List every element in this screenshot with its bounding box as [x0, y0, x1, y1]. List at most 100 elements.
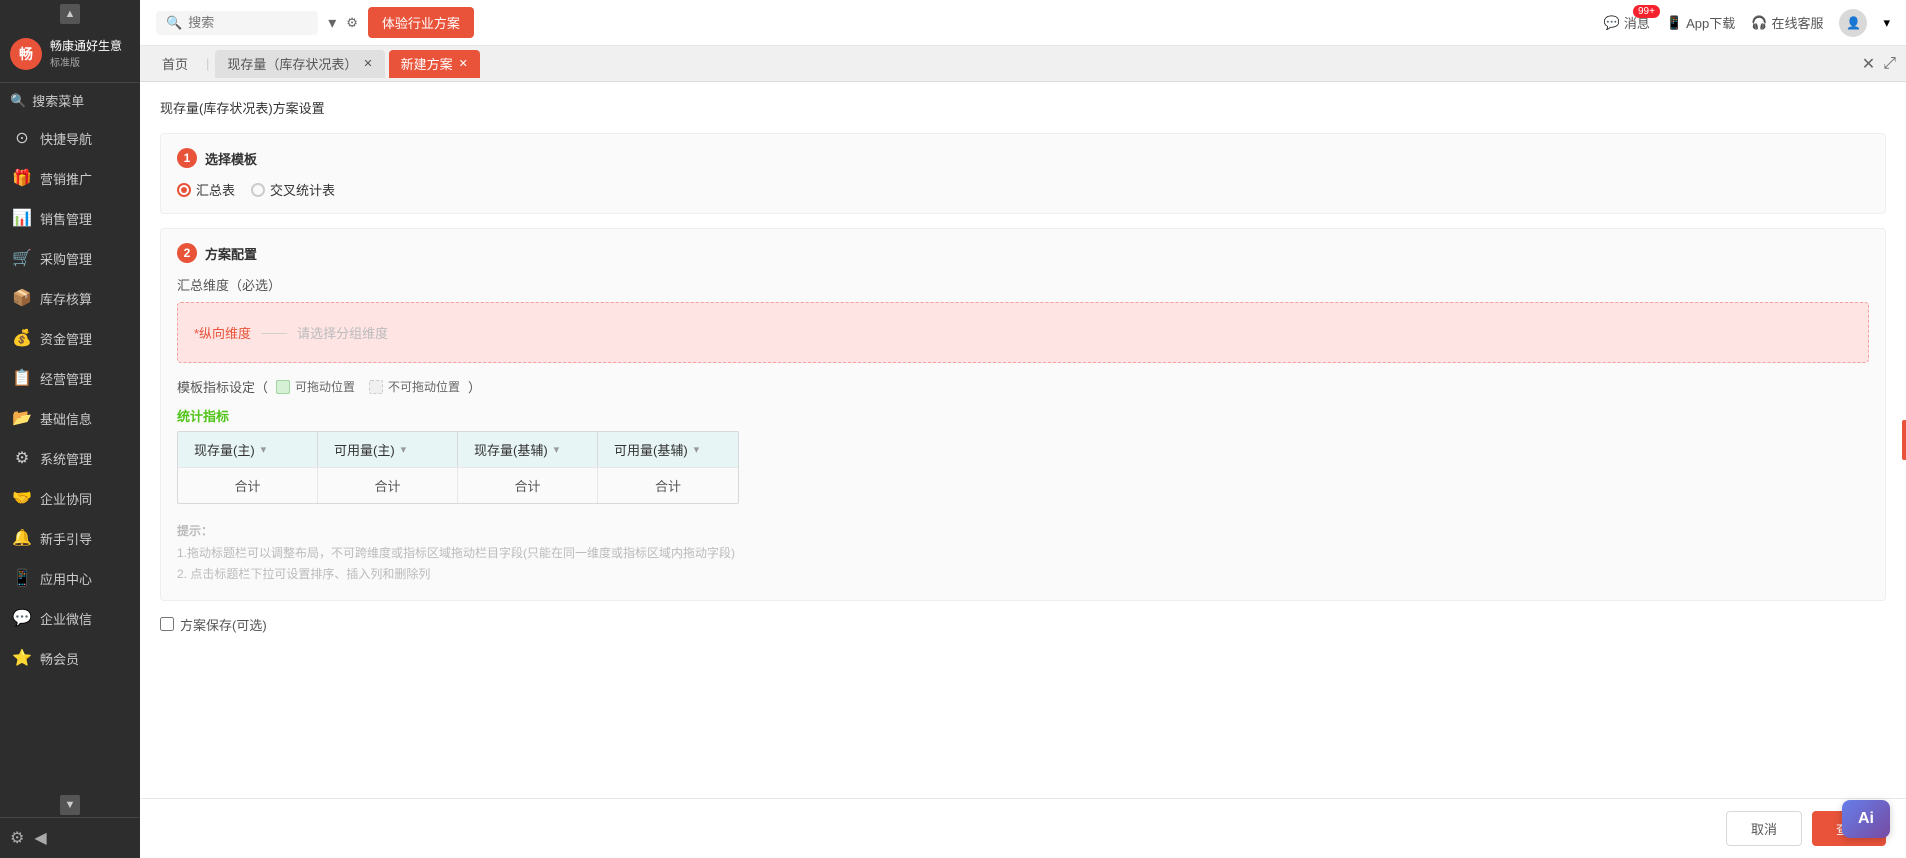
stats-table-header: 现存量(主) ▾ 可用量(主) ▾ 现存量(基辅) ▾ 可用量(基辅): [178, 432, 738, 467]
app-download-icon: 📱: [1666, 15, 1682, 31]
radio-crosstab[interactable]: 交叉统计表: [251, 180, 335, 199]
tabs-bar: 首页 | 现存量（库存状况表） ✕ 新建方案 ✕ ✕ ⤢: [140, 46, 1906, 82]
radio-crosstab-dot: [251, 183, 265, 197]
topbar-customer-service[interactable]: 🎧 在线客服: [1751, 13, 1823, 32]
base-info-icon: 📂: [12, 408, 32, 428]
marketing-icon: 🎁: [12, 168, 32, 188]
sidebar-item-app-center[interactable]: 📱 应用中心: [0, 558, 140, 598]
dimension-placeholder: 请选择分组维度: [297, 323, 388, 342]
stats-cell-0: 合计: [178, 468, 318, 503]
topbar-search-icon: 🔍: [166, 15, 182, 31]
user-dropdown-icon[interactable]: ▾: [1883, 15, 1890, 31]
step2-title: 方案配置: [205, 244, 257, 263]
sidebar-item-new-guide[interactable]: 🔔 新手引导: [0, 518, 140, 558]
sidebar-search[interactable]: 🔍 搜索菜单: [0, 83, 140, 118]
new-guide-icon: 🔔: [12, 528, 32, 548]
tab-expand-icon[interactable]: ⤢: [1883, 55, 1896, 73]
sidebar-item-finance[interactable]: 💰 资金管理: [0, 318, 140, 358]
tab-new-scheme-label: 新建方案: [401, 54, 453, 73]
radio-summary[interactable]: 汇总表: [177, 180, 235, 199]
stats-header-label-1: 可用量(主): [334, 440, 395, 459]
search-icon: 🔍: [10, 93, 26, 109]
member-icon: ⭐: [12, 648, 32, 668]
sidebar-scroll-up[interactable]: ▲: [60, 4, 80, 24]
step1-header: 1 选择模板: [177, 148, 1869, 168]
topbar-message[interactable]: 💬 消息 99+: [1604, 13, 1650, 32]
stats-cell-3: 合计: [598, 468, 738, 503]
ai-float-button[interactable]: Ai: [1842, 800, 1890, 838]
save-checkbox[interactable]: [160, 617, 174, 631]
app-logo-icon: 畅: [10, 38, 42, 70]
app-center-icon: 📱: [12, 568, 32, 588]
message-badge: 99+: [1633, 5, 1660, 18]
right-edge-indicator: [1902, 420, 1906, 460]
trial-industry-button[interactable]: 体验行业方案: [368, 7, 474, 38]
sidebar-item-label: 销售管理: [40, 209, 92, 228]
tab-home[interactable]: 首页: [150, 49, 200, 78]
sidebar-item-label: 畅会员: [40, 649, 79, 668]
sidebar-item-enterprise-wechat[interactable]: 💬 企业微信: [0, 598, 140, 638]
content-area: 现存量(库存状况表)方案设置 1 选择模板 汇总表 交叉统计表 2: [140, 82, 1906, 798]
sidebar-item-inventory[interactable]: 📦 库存核算: [0, 278, 140, 318]
sidebar-item-operations[interactable]: 📋 经营管理: [0, 358, 140, 398]
brand-name: 畅康通好生意: [50, 39, 122, 55]
cancel-button[interactable]: 取消: [1726, 811, 1802, 846]
stats-header-cell-2[interactable]: 现存量(基辅) ▾: [458, 432, 598, 467]
sidebar-item-base-info[interactable]: 📂 基础信息: [0, 398, 140, 438]
tab-new-scheme-close[interactable]: ✕: [459, 57, 468, 70]
stats-header-cell-0[interactable]: 现存量(主) ▾: [178, 432, 318, 467]
volume-bottom-icon[interactable]: ◀: [34, 828, 46, 848]
tab-collapse-icon[interactable]: ✕: [1862, 54, 1875, 74]
indicator-close-paren: ）: [468, 377, 481, 396]
system-icon: ⚙: [12, 448, 32, 468]
stats-header-chevron-0: ▾: [261, 443, 267, 456]
user-avatar[interactable]: 👤: [1839, 9, 1867, 37]
stats-header-cell-1[interactable]: 可用量(主) ▾: [318, 432, 458, 467]
legend-immovable-box: [369, 380, 383, 394]
sidebar-item-purchase[interactable]: 🛒 采购管理: [0, 238, 140, 278]
sidebar: ▲ 畅 畅康通好生意 标准版 🔍 搜索菜单 ⊙ 快捷导航 🎁 营销推广 📊 销售…: [0, 0, 140, 858]
sidebar-item-member[interactable]: ⭐ 畅会员: [0, 638, 140, 678]
dimension-required-text: *纵向维度: [194, 323, 251, 342]
sidebar-item-label: 采购管理: [40, 249, 92, 268]
stats-cell-1: 合计: [318, 468, 458, 503]
search-menu-label: 搜索菜单: [32, 91, 84, 110]
stats-header-chevron-1: ▾: [401, 443, 407, 456]
topbar-gear-icon[interactable]: ⚙: [346, 15, 358, 31]
indicator-section-label: 模板指标设定（ 可拖动位置 不可拖动位置 ）: [177, 377, 1869, 396]
enterprise-wechat-icon: 💬: [12, 608, 32, 628]
legend-immovable: 不可拖动位置: [369, 378, 460, 395]
topbar-search-area[interactable]: 🔍: [156, 11, 318, 35]
sidebar-scroll-down[interactable]: ▼: [60, 795, 80, 815]
tab-inventory[interactable]: 现存量（库存状况表） ✕: [215, 50, 384, 78]
sidebar-item-label: 新手引导: [40, 529, 92, 548]
sidebar-item-quick-nav[interactable]: ⊙ 快捷导航: [0, 118, 140, 158]
topbar-settings-icon[interactable]: ▾: [328, 13, 336, 33]
settings-bottom-icon[interactable]: ⚙: [10, 828, 24, 848]
tip2-text: 2. 点击标题栏下拉可设置排序、插入列和删除列: [177, 567, 430, 581]
tips-section: 提示： 1.拖动标题栏可以调整布局，不可跨维度或指标区域拖动栏目字段(只能在同一…: [177, 521, 1869, 586]
brand-edition: 标准版: [50, 54, 122, 69]
finance-icon: 💰: [12, 328, 32, 348]
topbar-left: 🔍 ▾ ⚙ 体验行业方案: [156, 7, 474, 38]
sidebar-item-label: 系统管理: [40, 449, 92, 468]
dimension-box[interactable]: *纵向维度 —— 请选择分组维度: [177, 302, 1869, 363]
stats-header-label-2: 现存量(基辅): [474, 440, 548, 459]
sidebar-item-system[interactable]: ⚙ 系统管理: [0, 438, 140, 478]
cooperation-icon: 🤝: [12, 488, 32, 508]
sidebar-item-sales[interactable]: 📊 销售管理: [0, 198, 140, 238]
sidebar-item-cooperation[interactable]: 🤝 企业协同: [0, 478, 140, 518]
main-area: 🔍 ▾ ⚙ 体验行业方案 💬 消息 99+ 📱 App下载 🎧 在线客服 👤 ▾: [140, 0, 1906, 858]
sidebar-bottom: ⚙ ◀: [0, 817, 140, 858]
stats-header-label-0: 现存量(主): [194, 440, 255, 459]
stats-table-section: 统计指标 现存量(主) ▾ 可用量(主) ▾ 现存量(基辅): [177, 406, 1869, 507]
topbar-app-download[interactable]: 📱 App下载: [1666, 13, 1735, 32]
page-title: 现存量(库存状况表)方案设置: [160, 98, 1886, 117]
stats-header-cell-3[interactable]: 可用量(基辅) ▾: [598, 432, 738, 467]
tab-inventory-close[interactable]: ✕: [363, 57, 372, 70]
topbar-search-input[interactable]: [188, 15, 308, 30]
stats-header-chevron-2: ▾: [554, 443, 560, 456]
sidebar-item-marketing[interactable]: 🎁 营销推广: [0, 158, 140, 198]
stats-table: 现存量(主) ▾ 可用量(主) ▾ 现存量(基辅) ▾ 可用量(基辅): [177, 431, 739, 504]
tab-new-scheme[interactable]: 新建方案 ✕: [389, 50, 480, 78]
